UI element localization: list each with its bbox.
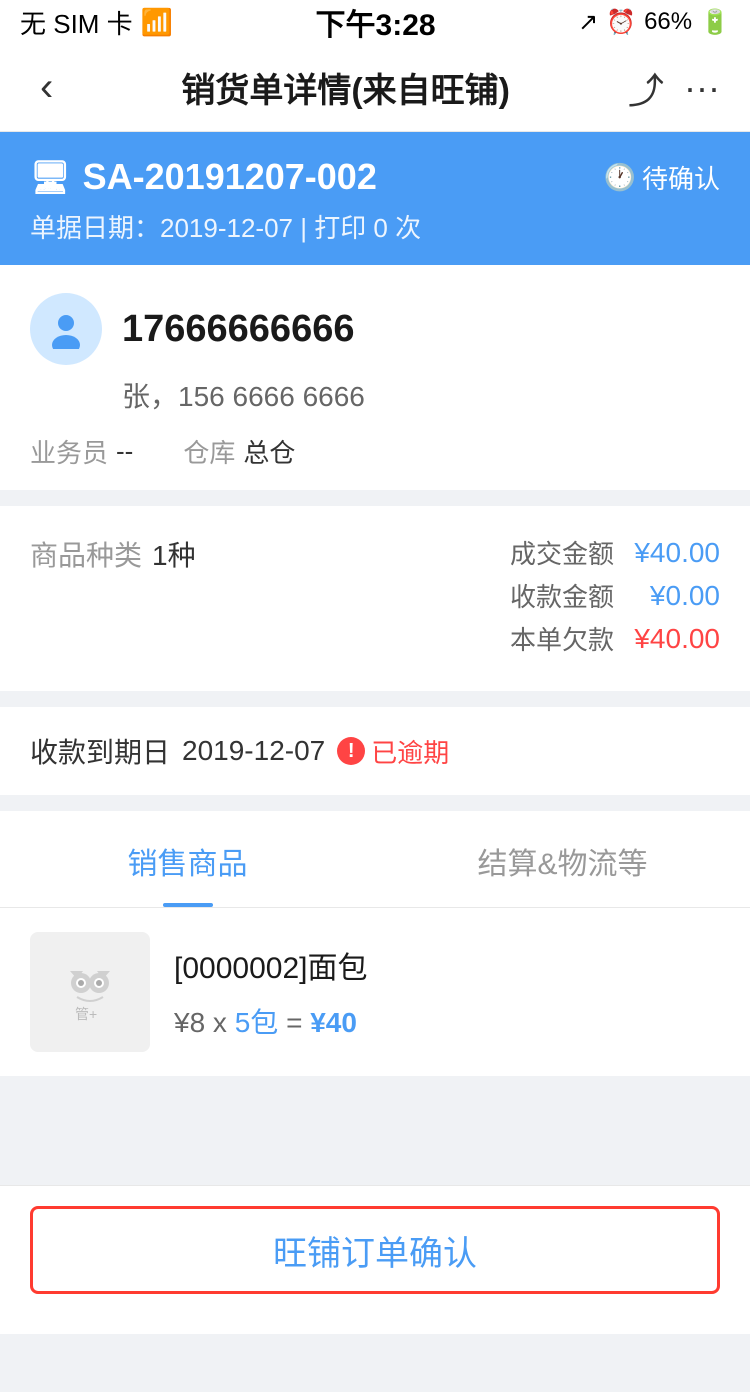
confirm-button[interactable]: 旺铺订单确认 (30, 1206, 720, 1294)
due-date-value: 2019-12-07 (182, 735, 325, 767)
order-status: 🕐 待确认 (604, 159, 720, 196)
product-types-row: 商品种类 1种 (30, 534, 196, 574)
sales-rep-label: 业务员 (30, 433, 108, 470)
order-id-row: 🖥 SA-20191207-002 🕐 待确认 (30, 156, 720, 198)
status-left: 无 SIM 卡 📶 (20, 4, 173, 41)
overdue-text: 已逾期 (371, 733, 449, 770)
order-id: 🖥 SA-20191207-002 (30, 156, 377, 198)
alarm-icon: ⏰ (606, 8, 636, 37)
wifi-icon: 📶 (141, 7, 173, 38)
customer-info-row: 业务员 -- 仓库 总仓 (30, 433, 720, 470)
svg-text:管+: 管+ (75, 1006, 97, 1022)
summary-left: 商品种类 1种 (30, 534, 196, 574)
battery-text: 66% (644, 8, 692, 36)
back-button[interactable]: ‹ (30, 55, 63, 120)
amount-row-0: 成交金额 ¥40.00 (510, 534, 720, 571)
due-date-label: 收款到期日 (30, 731, 170, 771)
product-types-label: 商品种类 (30, 534, 142, 574)
page-title: 销货单详情(来自旺铺) (181, 63, 510, 112)
status-text: 待确认 (642, 159, 720, 196)
amount-row-1: 收款金额 ¥0.00 (510, 577, 720, 614)
customer-row: 17666666666 (30, 293, 720, 365)
customer-phone: 17666666666 (122, 308, 354, 351)
order-id-text: SA-20191207-002 (83, 156, 377, 198)
bottom-bar: 旺铺订单确认 (0, 1185, 750, 1334)
amount-label-0: 成交金额 (510, 534, 614, 571)
amount-row-2: 本单欠款 ¥40.00 (510, 620, 720, 657)
product-card: 管+ [0000002]面包 ¥8 x 5包 = ¥40 (0, 908, 750, 1076)
status-bar: 无 SIM 卡 📶 下午3:28 ↗ ⏰ 66% 🔋 (0, 0, 750, 44)
clock-icon: 🕐 (604, 162, 636, 193)
summary-right: 成交金额 ¥40.00 收款金额 ¥0.00 本单欠款 ¥40.00 (510, 534, 720, 663)
order-meta: 单据日期：2019-12-07 | 打印 0 次 (30, 208, 720, 245)
amount-value-1: ¥0.00 (630, 580, 720, 612)
product-info: [0000002]面包 ¥8 x 5包 = ¥40 (174, 943, 720, 1041)
brand-icon: 管+ (55, 953, 125, 1032)
total-price: ¥40 (310, 1007, 357, 1038)
equals-sign: = (286, 1007, 310, 1038)
quantity: 5包 (235, 1007, 279, 1038)
share-icon[interactable]: ⤴ (628, 62, 664, 114)
tab-sales-products[interactable]: 销售商品 (0, 811, 375, 907)
summary-card: 商品种类 1种 成交金额 ¥40.00 收款金额 ¥0.00 本单欠款 ¥40.… (0, 506, 750, 691)
product-price: ¥8 x 5包 = ¥40 (174, 1001, 720, 1041)
customer-card: 17666666666 张，156 6666 6666 业务员 -- 仓库 总仓 (0, 265, 750, 490)
product-types-value: 1种 (152, 534, 196, 574)
warning-icon: ! (337, 737, 365, 765)
warehouse-value: 总仓 (243, 433, 295, 470)
order-icon: 🖥 (30, 158, 71, 196)
more-icon[interactable]: ··· (684, 67, 720, 109)
amount-label-2: 本单欠款 (510, 620, 614, 657)
nav-bar: ‹ 销货单详情(来自旺铺) ⤴ ··· (0, 44, 750, 132)
product-thumbnail: 管+ (30, 932, 150, 1052)
status-right: ↗ ⏰ 66% 🔋 (578, 8, 730, 37)
location-icon: ↗ (578, 8, 598, 37)
amount-value-0: ¥40.00 (630, 537, 720, 569)
customer-name: 张，156 6666 6666 (30, 375, 720, 415)
tabs: 销售商品 结算&物流等 (0, 811, 750, 908)
tab-settlement[interactable]: 结算&物流等 (375, 811, 750, 907)
price-formula: ¥8 x (174, 1007, 227, 1038)
product-name: [0000002]面包 (174, 943, 720, 987)
battery-icon: 🔋 (700, 8, 730, 37)
carrier-text: 无 SIM 卡 (20, 4, 133, 41)
warehouse-label: 仓库 (183, 433, 235, 470)
nav-actions: ⤴ ··· (628, 62, 720, 114)
order-header: 🖥 SA-20191207-002 🕐 待确认 单据日期：2019-12-07 … (0, 132, 750, 265)
sales-rep-value: -- (116, 436, 133, 467)
avatar (30, 293, 102, 365)
status-time: 下午3:28 (316, 0, 436, 44)
due-date-card: 收款到期日 2019-12-07 ! 已逾期 (0, 707, 750, 795)
amount-label-1: 收款金额 (510, 577, 614, 614)
amount-value-2: ¥40.00 (630, 623, 720, 655)
product-thumb-inner: 管+ (55, 953, 125, 1032)
overdue-badge: ! 已逾期 (337, 733, 449, 770)
